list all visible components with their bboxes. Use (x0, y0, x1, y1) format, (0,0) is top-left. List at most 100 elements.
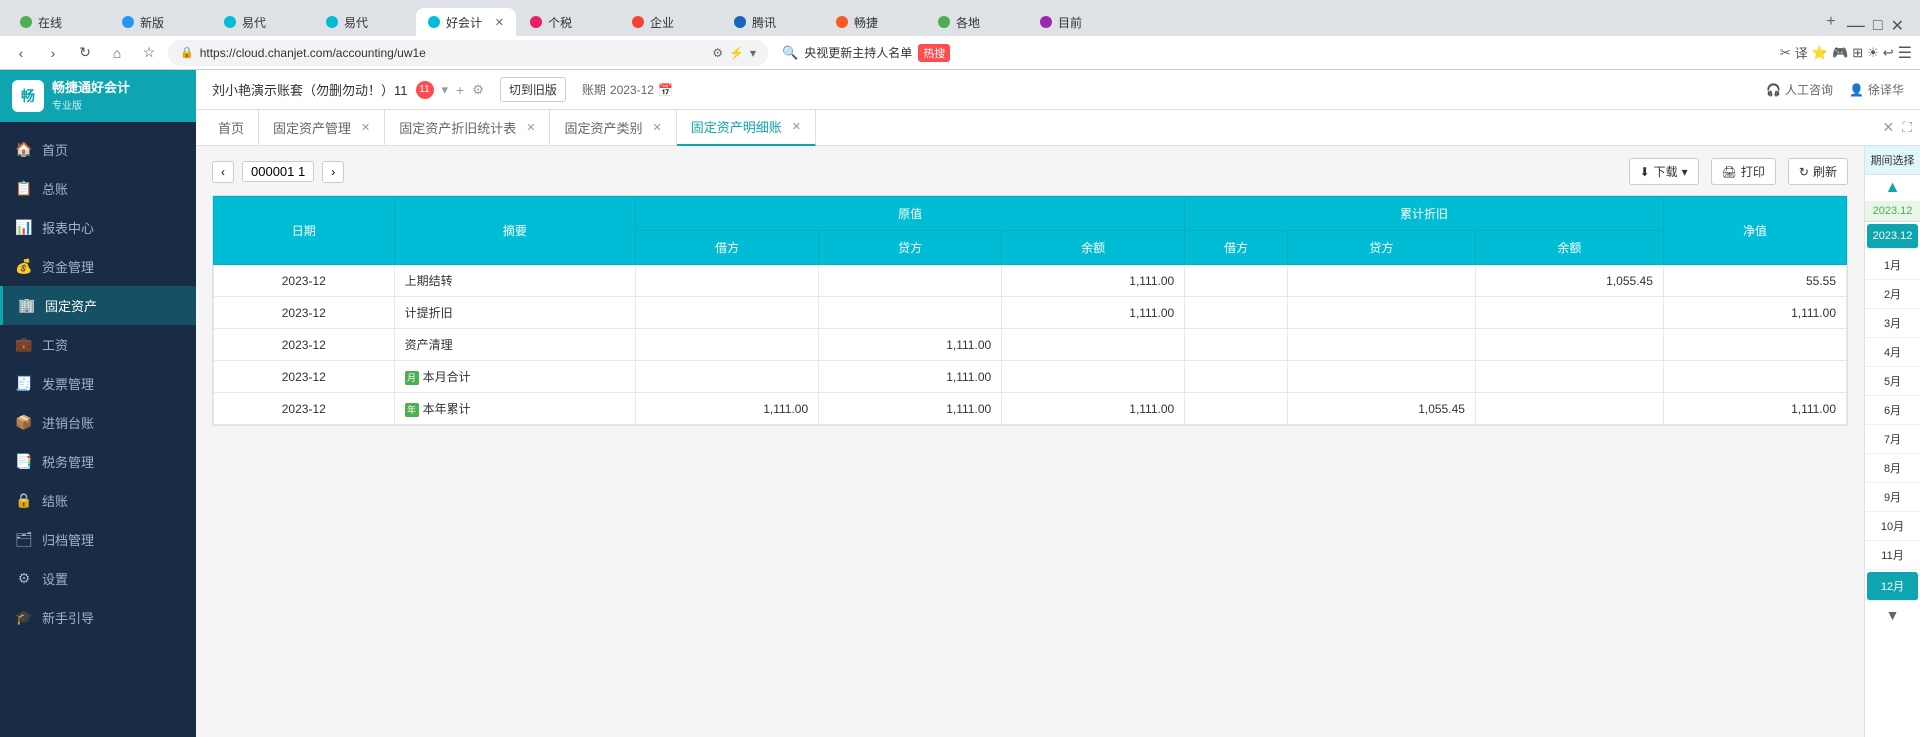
browser-tab-tab6[interactable]: 个税 (518, 8, 618, 36)
period-month-12[interactable]: 12月 (1867, 572, 1918, 601)
browser-tab-tab3[interactable]: 易代 (212, 8, 312, 36)
browser-tab-tab10[interactable]: 各地 (926, 8, 1026, 36)
sidebar-item-salary[interactable]: 💼 工资 (0, 325, 196, 364)
cell-orig-credit (819, 265, 1002, 297)
brightness-icon[interactable]: ☀ (1867, 45, 1879, 61)
menu-icon[interactable]: ☰ (1898, 43, 1912, 63)
app-tab-home[interactable]: 首页 (204, 110, 259, 146)
sidebar-item-ledger[interactable]: 📋 总账 (0, 169, 196, 208)
app-tab-close-asset-category[interactable]: ✕ (653, 121, 662, 134)
period-month-7[interactable]: 7月 (1865, 425, 1920, 454)
period-month-10[interactable]: 10月 (1865, 512, 1920, 541)
sidebar-item-archive[interactable]: 🗂 归档管理 (0, 520, 196, 559)
settings-icon[interactable]: ⚙ (472, 82, 484, 98)
support-button[interactable]: 🎧 人工咨询 (1766, 81, 1833, 98)
app-tab-close-depreciation-table[interactable]: ✕ (526, 121, 535, 134)
table-row: 2023-12 月本月合计 1,111.00 (214, 361, 1847, 393)
period-selected[interactable]: 2023.12 (1865, 201, 1920, 222)
maximize-button[interactable]: □ (1873, 17, 1883, 35)
period-scroll-down[interactable]: ▼ (1865, 603, 1920, 627)
bookmark-button[interactable]: ☆ (136, 40, 162, 66)
app-tab-depreciation-table[interactable]: 固定资产折旧统计表 ✕ (385, 110, 550, 146)
game-icon[interactable]: 🎮 (1832, 45, 1848, 61)
period-month-5[interactable]: 5月 (1865, 367, 1920, 396)
app-tab-close-fixed-assets-mgmt[interactable]: ✕ (361, 121, 370, 134)
hot-search-label[interactable]: 热搜 (918, 44, 950, 62)
refresh-button[interactable]: ↻ 刷新 (1788, 158, 1848, 185)
browser-tab-tab4[interactable]: 易代 (314, 8, 414, 36)
back-button[interactable]: ‹ (8, 40, 34, 66)
browser-tab-tab9[interactable]: 畅捷 (824, 8, 924, 36)
sidebar-item-inventory[interactable]: 📦 进销台账 (0, 403, 196, 442)
switch-version-button[interactable]: 切到旧版 (500, 77, 566, 102)
minimize-button[interactable]: — (1847, 15, 1865, 36)
lock-icon: 🔒 (180, 46, 194, 59)
wallet-icon[interactable]: ⭐ (1812, 45, 1828, 61)
app-tab-asset-ledger[interactable]: 固定资产明细账 ✕ (677, 110, 816, 146)
sidebar-item-settings[interactable]: ⚙ 设置 (0, 559, 196, 598)
period-month-4[interactable]: 4月 (1865, 338, 1920, 367)
browser-tab-tab11[interactable]: 目前 (1028, 8, 1128, 36)
app-tab-close-asset-ledger[interactable]: ✕ (792, 120, 801, 133)
browser-tab-tab2[interactable]: 新版 (110, 8, 210, 36)
dropdown-icon[interactable]: ▾ (750, 46, 756, 60)
download-button[interactable]: ⬇ 下载 ▾ (1629, 158, 1699, 185)
period-info: 账期 2023-12 📅 (582, 81, 673, 98)
period-month-9[interactable]: 9月 (1865, 483, 1920, 512)
print-button[interactable]: 🖨 打印 (1711, 158, 1776, 185)
period-month-2[interactable]: 2月 (1865, 280, 1920, 309)
sidebar-item-reports[interactable]: 📊 报表中心 (0, 208, 196, 247)
translate-icon[interactable]: 译 (1795, 43, 1808, 62)
new-tab-button[interactable]: + (1817, 8, 1845, 36)
scissors-icon[interactable]: ✂ (1780, 45, 1791, 61)
period-month-11[interactable]: 11月 (1865, 541, 1920, 570)
sidebar-item-tax[interactable]: 📑 税务管理 (0, 442, 196, 481)
sidebar-item-fixed-assets[interactable]: 🏢 固定资产 (0, 286, 196, 325)
reload-button[interactable]: ↻ (72, 40, 98, 66)
undo-icon[interactable]: ↩ (1883, 45, 1894, 61)
close-button[interactable]: ✕ (1891, 16, 1904, 36)
browser-settings-icon[interactable]: ⚙ (712, 46, 723, 60)
cell-dep-balance (1475, 329, 1663, 361)
prev-page-button[interactable]: ‹ (212, 161, 234, 183)
calendar-icon[interactable]: 📅 (658, 83, 673, 97)
period-month-3[interactable]: 3月 (1865, 309, 1920, 338)
fullscreen-icon[interactable]: ⛶ (1902, 119, 1912, 136)
app-tab-fixed-assets-mgmt[interactable]: 固定资产管理 ✕ (259, 110, 385, 146)
cell-summary: 月本月合计 (394, 361, 636, 393)
next-page-button[interactable]: › (322, 161, 344, 183)
browser-tab-tab8[interactable]: 腾讯 (722, 8, 822, 36)
nav-icon-salary: 💼 (16, 337, 32, 353)
user-button[interactable]: 👤 徐译华 (1849, 81, 1904, 98)
cell-net-value: 55.55 (1663, 265, 1846, 297)
address-bar[interactable]: 🔒 https://cloud.chanjet.com/accounting/u… (168, 40, 768, 66)
sidebar-item-home[interactable]: 🏠 首页 (0, 130, 196, 169)
sidebar-item-guide[interactable]: 🎓 新手引导 (0, 598, 196, 637)
lightning-icon[interactable]: ⚡ (729, 46, 744, 60)
period-month-6[interactable]: 6月 (1865, 396, 1920, 425)
grid-icon[interactable]: ⊞ (1852, 45, 1863, 61)
cell-orig-credit: 1,111.00 (819, 329, 1002, 361)
home-button[interactable]: ⌂ (104, 40, 130, 66)
cell-summary: 计提折旧 (394, 297, 636, 329)
dropdown-arrow[interactable]: ▾ (442, 82, 449, 98)
tab-close-icon[interactable]: ✕ (495, 16, 504, 29)
browser-tab-tab7[interactable]: 企业 (620, 8, 720, 36)
period-scroll-up[interactable]: ▲ (1865, 175, 1920, 201)
period-month-8[interactable]: 8月 (1865, 454, 1920, 483)
browser-tab-tab5[interactable]: 好会计 ✕ (416, 8, 516, 36)
period-month-1[interactable]: 1月 (1865, 251, 1920, 280)
period-month-2023-12[interactable]: 2023.12 (1867, 224, 1918, 249)
sidebar-item-closing[interactable]: 🔒 结账 (0, 481, 196, 520)
add-company-icon[interactable]: + (456, 82, 464, 98)
app-tab-label-asset-category: 固定资产类别 (564, 118, 642, 137)
sidebar-item-funds[interactable]: 💰 资金管理 (0, 247, 196, 286)
sidebar-item-invoice[interactable]: 🧾 发票管理 (0, 364, 196, 403)
page-number[interactable]: 000001 1 (242, 161, 314, 182)
forward-button[interactable]: › (40, 40, 66, 66)
nav-icon-guide: 🎓 (16, 610, 32, 626)
close-panel-icon[interactable]: ✕ (1882, 119, 1894, 136)
app-tab-asset-category[interactable]: 固定资产类别 ✕ (550, 110, 676, 146)
browser-tab-tab1[interactable]: 在线 (8, 8, 108, 36)
col-date: 日期 (214, 197, 395, 265)
